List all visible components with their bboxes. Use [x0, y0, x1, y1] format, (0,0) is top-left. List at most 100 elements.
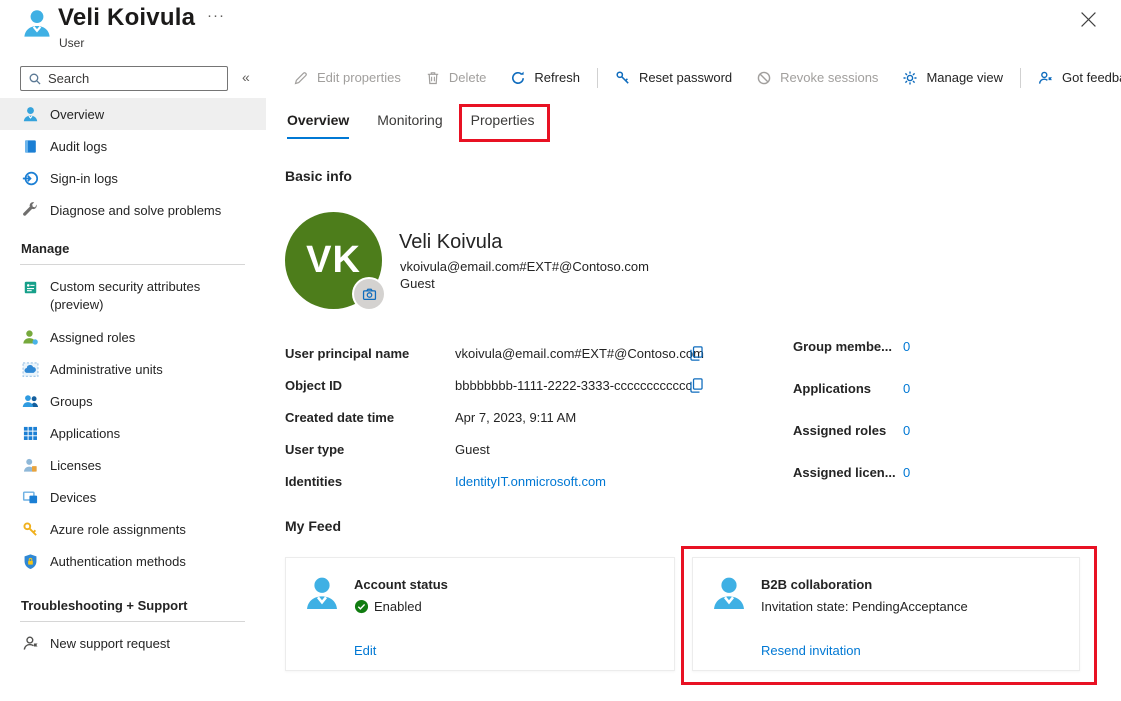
sidebar-section-troubleshooting: Troubleshooting + Support — [0, 577, 266, 618]
refresh-button[interactable]: Refresh — [498, 62, 592, 93]
account-status-value: Enabled — [354, 599, 422, 614]
account-status-card: Account status Enabled Edit — [285, 557, 675, 671]
groups-icon — [22, 393, 39, 410]
revoke-sessions-button[interactable]: Revoke sessions — [744, 62, 890, 93]
sidebar-item-label: Applications — [50, 426, 120, 441]
profile-email: vkoivula@email.com#EXT#@Contoso.com — [400, 259, 649, 274]
invitation-state-value: Invitation state: PendingAcceptance — [761, 599, 968, 614]
command-bar: Edit properties Delete Refresh Reset pas… — [281, 62, 1121, 93]
sign-in-icon — [22, 170, 39, 187]
sidebar-item-sign-in-logs[interactable]: Sign-in logs — [0, 162, 266, 194]
profile-user-type: Guest — [400, 276, 435, 291]
summary-stats: Group membe... 0 Applications 0 Assigned… — [793, 336, 910, 504]
sidebar-item-applications[interactable]: Applications — [0, 417, 266, 449]
my-feed-heading: My Feed — [285, 518, 341, 534]
resend-invitation-link[interactable]: Resend invitation — [761, 643, 861, 658]
sidebar-item-label: Authentication methods — [50, 554, 186, 569]
stat-row: Assigned roles 0 — [793, 420, 910, 462]
sidebar-item-label: Assigned roles — [50, 330, 135, 345]
sidebar-item-licenses[interactable]: Licenses — [0, 449, 266, 481]
user-person-icon — [21, 8, 53, 40]
sidebar-item-label: Administrative units — [50, 362, 163, 377]
user-profile-blade: Veli Koivula ··· User « Overview Audit l… — [0, 0, 1121, 701]
license-icon — [22, 457, 39, 474]
sidebar-item-label: Diagnose and solve problems — [50, 203, 221, 218]
person-icon — [710, 575, 748, 613]
profile-name: Veli Koivula — [399, 231, 502, 254]
person-icon — [22, 106, 39, 123]
more-options-button[interactable]: ··· — [207, 7, 225, 24]
stat-row: Assigned licen... 0 — [793, 462, 910, 504]
sidebar-item-label: Audit logs — [50, 139, 107, 154]
copy-icon[interactable] — [688, 345, 705, 362]
tab-overview[interactable]: Overview — [287, 112, 349, 139]
tab-bar: Overview Monitoring Properties — [287, 112, 534, 139]
sidebar-item-diagnose[interactable]: Diagnose and solve problems — [0, 194, 266, 226]
got-feedback-button[interactable]: Got feedback? — [1026, 62, 1121, 93]
collapse-sidebar-button[interactable]: « — [242, 69, 250, 85]
sidebar-item-authentication-methods[interactable]: Authentication methods — [0, 545, 266, 577]
book-icon — [22, 138, 39, 155]
sidebar-item-custom-security-attributes[interactable]: Custom security attributes (preview) — [0, 270, 266, 321]
copy-icon[interactable] — [688, 377, 705, 394]
camera-icon[interactable] — [354, 279, 384, 309]
edit-link[interactable]: Edit — [354, 643, 376, 658]
delete-button[interactable]: Delete — [413, 62, 499, 93]
trash-icon — [425, 70, 441, 86]
divider — [20, 264, 245, 265]
sidebar-item-label: Overview — [50, 107, 104, 122]
sidebar-item-label: Custom security attributes (preview) — [50, 278, 232, 313]
stat-row: Group membe... 0 — [793, 336, 910, 378]
sidebar-item-label: Devices — [50, 490, 96, 505]
field-row: User principal name vkoivula@email.com#E… — [285, 337, 720, 369]
page-title: Veli Koivula — [58, 4, 195, 32]
pencil-icon — [293, 70, 309, 86]
check-circle-icon — [354, 599, 369, 614]
devices-icon — [22, 489, 39, 506]
sidebar-item-label: Licenses — [50, 458, 101, 473]
sidebar-item-devices[interactable]: Devices — [0, 481, 266, 513]
assigned-roles-count-link[interactable]: 0 — [903, 423, 910, 462]
sidebar-item-administrative-units[interactable]: Administrative units — [0, 353, 266, 385]
sidebar-section-manage: Manage — [0, 226, 266, 261]
reset-password-button[interactable]: Reset password — [603, 62, 744, 93]
admin-units-icon — [22, 361, 39, 378]
field-row: User type Guest — [285, 433, 720, 465]
edit-properties-button[interactable]: Edit properties — [281, 62, 413, 93]
sidebar-nav: Overview Audit logs Sign-in logs Diagnos… — [0, 98, 266, 659]
sidebar-item-overview[interactable]: Overview — [0, 98, 266, 130]
person-icon — [303, 575, 341, 613]
apps-grid-icon — [22, 425, 39, 442]
block-icon — [756, 70, 772, 86]
sidebar-item-label: Groups — [50, 394, 93, 409]
applications-count-link[interactable]: 0 — [903, 381, 910, 420]
field-row: Created date time Apr 7, 2023, 9:11 AM — [285, 401, 720, 433]
assigned-licenses-count-link[interactable]: 0 — [903, 465, 910, 504]
field-row: Object ID bbbbbbbb-1111-2222-3333-cccccc… — [285, 369, 720, 401]
basic-info-heading: Basic info — [285, 168, 352, 184]
shield-lock-icon — [22, 553, 39, 570]
sidebar-item-new-support-request[interactable]: New support request — [0, 627, 266, 659]
assigned-roles-icon — [22, 329, 39, 346]
field-row: Identities IdentityIT.onmicrosoft.com — [285, 465, 720, 497]
sidebar-item-assigned-roles[interactable]: Assigned roles — [0, 321, 266, 353]
key-icon — [22, 521, 39, 538]
search-input[interactable] — [48, 71, 220, 86]
group-memberships-count-link[interactable]: 0 — [903, 339, 910, 378]
sidebar-item-groups[interactable]: Groups — [0, 385, 266, 417]
sidebar-item-audit-logs[interactable]: Audit logs — [0, 130, 266, 162]
sidebar-search — [20, 66, 228, 91]
sidebar-item-azure-role-assignments[interactable]: Azure role assignments — [0, 513, 266, 545]
gear-icon — [902, 70, 918, 86]
close-icon[interactable] — [1080, 11, 1097, 28]
refresh-icon — [510, 70, 526, 86]
wrench-icon — [22, 202, 39, 219]
identities-link[interactable]: IdentityIT.onmicrosoft.com — [455, 474, 606, 489]
toolbar-divider — [1020, 68, 1021, 88]
sidebar-item-label: New support request — [50, 636, 170, 651]
tab-monitoring[interactable]: Monitoring — [377, 112, 442, 139]
manage-view-button[interactable]: Manage view — [890, 62, 1015, 93]
tab-properties[interactable]: Properties — [471, 112, 535, 139]
basic-info-fields: User principal name vkoivula@email.com#E… — [285, 337, 720, 497]
support-person-icon — [22, 635, 39, 652]
